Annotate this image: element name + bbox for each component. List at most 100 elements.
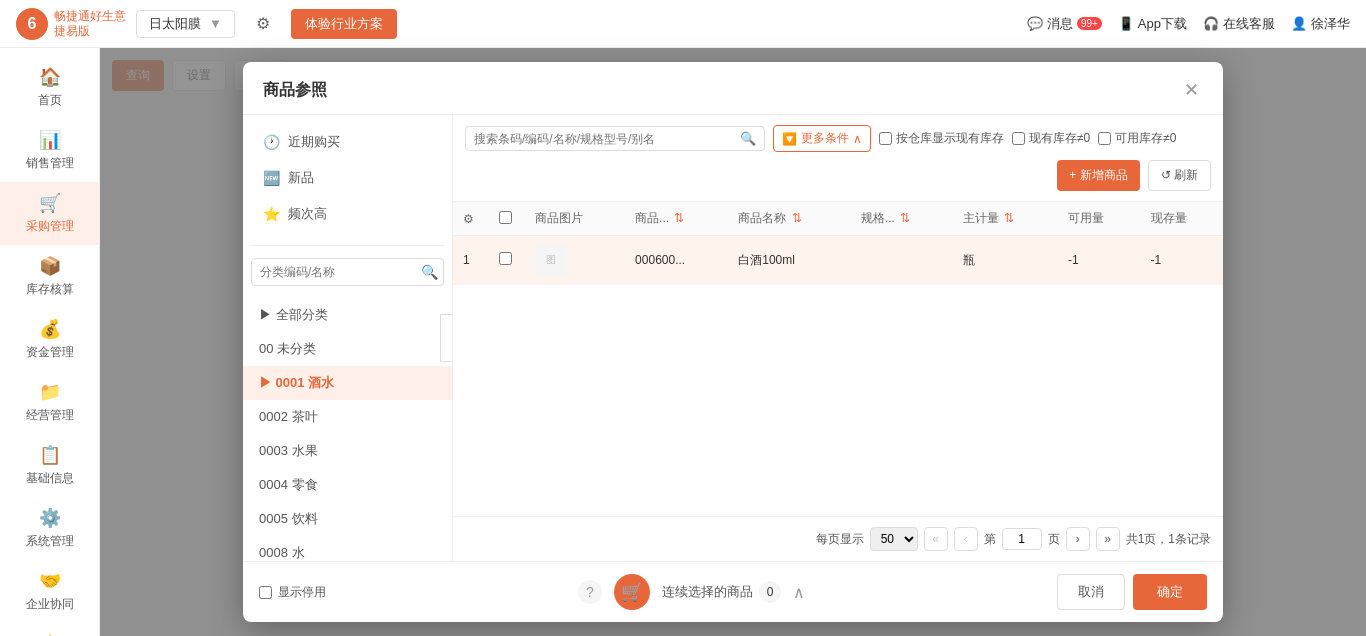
total-info: 共1页，1条记录: [1126, 531, 1211, 548]
row-code: 000600...: [625, 236, 728, 285]
cat-all[interactable]: ▶ 全部分类: [243, 298, 452, 332]
company-selector[interactable]: 日太阳膜 ▼: [136, 10, 235, 38]
cat-0005[interactable]: 0005 饮料: [243, 502, 452, 536]
show-disabled-checkbox[interactable]: 显示停用: [259, 584, 326, 601]
finance-icon: 💰: [39, 318, 61, 340]
cooperation-icon: 🤝: [39, 570, 61, 592]
next-page-button[interactable]: ›: [1066, 527, 1090, 551]
sidebar-item-sales[interactable]: 📊 销售管理: [0, 119, 99, 182]
main-layout: 🏠 首页 📊 销售管理 🛒 采购管理 📦 库存核算 💰 资金管理 📁 经营管理 …: [0, 48, 1366, 636]
modal-toolbar: 🔍 🔽 更多条件 ∧ 按仓库显示现有库存: [453, 115, 1223, 202]
cat-0003[interactable]: 0003 水果: [243, 434, 452, 468]
sidebar-label-sales: 销售管理: [26, 155, 74, 172]
cat-00[interactable]: 00 未分类: [243, 332, 452, 366]
product-reference-modal: 商品参照 ✕ 🕐 近期购买 🆕: [243, 62, 1223, 622]
product-search-input[interactable]: [474, 132, 740, 146]
page-size-select[interactable]: 50: [870, 527, 918, 551]
home-icon: 🏠: [39, 66, 61, 88]
cart-label: 连续选择的商品 0: [662, 581, 781, 603]
table-row[interactable]: 1 图 000600... 白酒100ml: [453, 236, 1223, 285]
sidebar-label-purchase: 采购管理: [26, 218, 74, 235]
checkbox-warehouse-stock[interactable]: 按仓库显示现有库存: [879, 130, 1004, 147]
tab-recent-purchase[interactable]: 🕐 近期购买: [251, 125, 444, 159]
sidebar-item-system[interactable]: ⚙️ 系统管理: [0, 497, 99, 560]
logo-icon: 6: [16, 8, 48, 40]
product-search-button[interactable]: 🔍: [740, 131, 756, 146]
th-stock: 现存量: [1141, 202, 1223, 236]
product-table: ⚙ 商品图片 商品... ⇅: [453, 202, 1223, 285]
new-icon: 🆕: [263, 170, 280, 186]
collapse-panel-button[interactable]: 《: [440, 314, 453, 362]
page-size-label: 每页显示: [816, 531, 864, 548]
th-available: 可用量: [1058, 202, 1140, 236]
cart-button[interactable]: 🛒: [614, 574, 650, 610]
th-spec[interactable]: 规格... ⇅: [851, 202, 953, 236]
online-service-button[interactable]: 🎧 在线客服: [1203, 15, 1275, 33]
sidebar-item-finance[interactable]: 💰 资金管理: [0, 308, 99, 371]
confirm-button[interactable]: 确定: [1133, 574, 1207, 610]
tab-new-products[interactable]: 🆕 新品: [251, 161, 444, 195]
cat-0002[interactable]: 0002 茶叶: [243, 400, 452, 434]
tab-frequent[interactable]: ⭐ 频次高: [251, 197, 444, 231]
th-product-name[interactable]: 商品名称 ⇅: [728, 202, 851, 236]
th-product-code[interactable]: 商品... ⇅: [625, 202, 728, 236]
sidebar-item-inventory[interactable]: 📦 库存核算: [0, 245, 99, 308]
first-page-button[interactable]: «: [924, 527, 948, 551]
page-suffix: 页: [1048, 531, 1060, 548]
modal-title: 商品参照: [263, 80, 327, 101]
cart-collapse-icon[interactable]: ∧: [793, 583, 805, 602]
selector-arrow-icon: ▼: [209, 16, 222, 31]
sidebar-label-home: 首页: [38, 92, 62, 109]
show-disabled-input[interactable]: [259, 586, 272, 599]
sidebar-item-purchase[interactable]: 🛒 采购管理: [0, 182, 99, 245]
message-badge: 99+: [1077, 17, 1102, 30]
sidebar-item-home[interactable]: 🏠 首页: [0, 56, 99, 119]
cart-area: ? 🛒 连续选择的商品 0 ∧: [578, 574, 805, 610]
sidebar-item-business[interactable]: 📁 经营管理: [0, 371, 99, 434]
prev-page-button[interactable]: ‹: [954, 527, 978, 551]
cat-0001[interactable]: ▶ 0001 酒水: [243, 366, 452, 400]
modal-close-button[interactable]: ✕: [1179, 78, 1203, 102]
app-download-button[interactable]: 📱 App下载: [1118, 15, 1187, 33]
sidebar-item-guide[interactable]: 🌟 新手引导: [0, 623, 99, 636]
sidebar-label-cooperation: 企业协同: [26, 596, 74, 613]
sidebar-item-cooperation[interactable]: 🤝 企业协同: [0, 560, 99, 623]
last-page-button[interactable]: »: [1096, 527, 1120, 551]
help-icon[interactable]: ?: [578, 580, 602, 604]
messages-button[interactable]: 💬 消息 99+: [1027, 15, 1102, 33]
add-product-button[interactable]: + 新增商品: [1057, 160, 1139, 191]
sort-name-icon: ⇅: [792, 211, 802, 225]
inventory-icon: 📦: [39, 255, 61, 277]
row-checkbox[interactable]: [489, 236, 525, 285]
modal-left-panel: 🕐 近期购买 🆕 新品 ⭐ 频次高: [243, 115, 453, 561]
checkbox-available-stock[interactable]: 可用库存≠0: [1098, 130, 1176, 147]
sidebar-label-base: 基础信息: [26, 470, 74, 487]
page-number-input[interactable]: [1002, 528, 1042, 550]
th-checkbox[interactable]: [489, 202, 525, 236]
user-profile-button[interactable]: 👤 徐泽华: [1291, 15, 1350, 33]
refresh-button[interactable]: ↺ 刷新: [1148, 160, 1211, 191]
sort-unit-icon: ⇅: [1004, 211, 1014, 225]
th-unit[interactable]: 主计量 ⇅: [953, 202, 1058, 236]
checkbox-current-stock[interactable]: 现有库存≠0: [1012, 130, 1090, 147]
message-icon: 💬: [1027, 16, 1043, 31]
modal-body: 🕐 近期购买 🆕 新品 ⭐ 频次高: [243, 115, 1223, 561]
th-settings[interactable]: ⚙: [453, 202, 489, 236]
settings-icon[interactable]: ⚙: [247, 8, 279, 40]
sort-spec-icon: ⇅: [900, 211, 910, 225]
sales-icon: 📊: [39, 129, 61, 151]
cat-0004[interactable]: 0004 零食: [243, 468, 452, 502]
sidebar-item-base[interactable]: 📋 基础信息: [0, 434, 99, 497]
headset-icon: 🎧: [1203, 16, 1219, 31]
trial-button[interactable]: 体验行业方案: [291, 9, 397, 39]
more-filter-button[interactable]: 🔽 更多条件 ∧: [773, 125, 871, 152]
cancel-button[interactable]: 取消: [1057, 574, 1125, 610]
cart-count-badge: 0: [759, 581, 781, 603]
pagination-bar: 每页显示 50 « ‹ 第 页 › » 共1页，1条记录: [453, 516, 1223, 561]
nav-right-area: 💬 消息 99+ 📱 App下载 🎧 在线客服 👤 徐泽华: [1027, 15, 1350, 33]
cat-0008[interactable]: 0008 水: [243, 536, 452, 561]
category-search-area: 🔍: [243, 250, 452, 294]
footer-action-btns: 取消 确定: [1057, 574, 1207, 610]
category-search-input[interactable]: [251, 258, 444, 286]
modal-overlay: 商品参照 ✕ 🕐 近期购买 🆕: [100, 48, 1366, 636]
